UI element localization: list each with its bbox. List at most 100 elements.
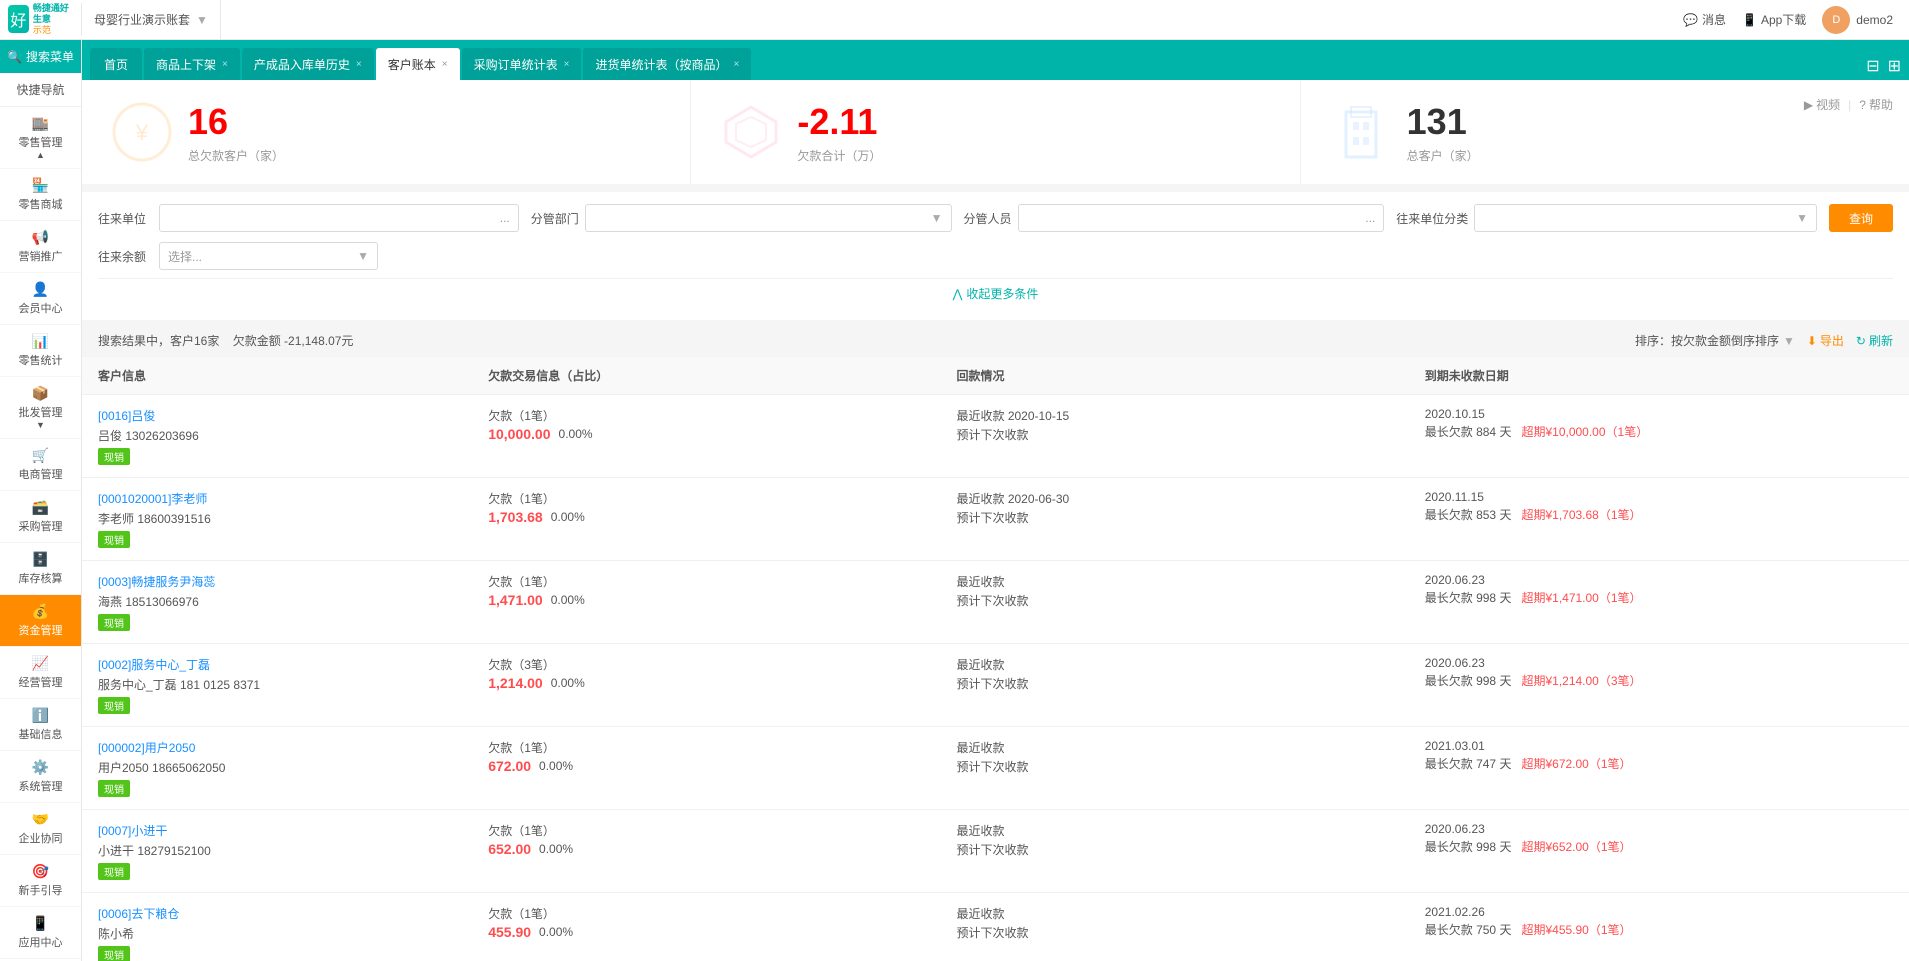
tab-bar: 首页 商品上下架 × 产成品入库单历史 × 客户账本 × 采购订单统计表 × 进… xyxy=(82,40,1909,80)
sidebar-item-purchase[interactable]: 🗃️ 采购管理 xyxy=(0,491,81,543)
sidebar-item-ecommerce[interactable]: 🛒 电商管理 xyxy=(0,439,81,491)
tab-restore-btn[interactable]: ⊟ xyxy=(1866,56,1879,76)
refresh-btn[interactable]: ↻ 刷新 xyxy=(1856,332,1893,349)
user-avatar[interactable]: D demo2 xyxy=(1822,6,1893,34)
sidebar-item-basic-info[interactable]: ℹ️ 基础信息 xyxy=(0,699,81,751)
customer-tag-0: 现销 xyxy=(98,448,130,465)
stat-card-total: 131 总客户（家） ▶视频 | ?帮助 xyxy=(1301,80,1909,184)
sort-selector[interactable]: 排序：按欠款金额倒序排序 ▼ xyxy=(1635,332,1795,349)
sidebar-item-ops[interactable]: 📈 经营管理 xyxy=(0,647,81,699)
svg-text:¥: ¥ xyxy=(135,120,149,145)
filter-dept-select[interactable]: ▼ xyxy=(585,204,952,232)
table-row: [0003]畅捷服务尹海蕊 海燕 18513066976 现销 欠款（1笔） 1… xyxy=(82,561,1909,644)
stat-icon-diamond xyxy=(721,102,781,162)
tab-products-offline[interactable]: 商品上下架 × xyxy=(144,48,240,80)
sidebar-item-retail-mgmt[interactable]: 🏬 零售管理 ▲ xyxy=(0,107,81,169)
stat-label-amount: 欠款合计（万） xyxy=(797,147,881,164)
last-collect-0: 最近收款 2020-10-15 xyxy=(956,407,1424,424)
sidebar-item-inventory[interactable]: 🗄️ 库存核算 xyxy=(0,543,81,595)
result-bar: 搜索结果中，客户16家 欠款金额 -21,148.07元 排序：按欠款金额倒序排… xyxy=(82,324,1909,357)
sidebar-item-marketing[interactable]: 📢 营销推广 xyxy=(0,221,81,273)
debt-amount-0: 10,000.00 xyxy=(488,426,550,442)
sidebar-item-retail-stats[interactable]: 📊 零售统计 xyxy=(0,325,81,377)
company-selector[interactable]: 母婴行业演示账套 ▼ xyxy=(82,0,221,39)
overdue-date-0: 2020.10.15 xyxy=(1425,407,1893,421)
filter-person-label: 分管人员 xyxy=(964,210,1012,227)
tab-close-3[interactable]: × xyxy=(442,59,448,70)
tab-close-1[interactable]: × xyxy=(222,59,228,70)
sidebar-item-enterprise-collab[interactable]: 🤝 企业协同 xyxy=(0,803,81,855)
filter-source-unit-input[interactable]: ... xyxy=(159,204,519,232)
app-download-btn[interactable]: 📱 App下载 xyxy=(1742,11,1806,28)
help-link[interactable]: ?帮助 xyxy=(1859,96,1893,113)
sidebar: 🔍 搜索菜单 快捷导航 🏬 零售管理 ▲ 🏪 零售商城 📢 营销推广 👤 会员中… xyxy=(0,40,82,961)
query-button[interactable]: 查询 xyxy=(1829,204,1893,232)
tab-expand-btn[interactable]: ⊞ xyxy=(1888,56,1901,76)
filter-person-input[interactable]: ... xyxy=(1018,204,1385,232)
result-text: 搜索结果中，客户16家 欠款金额 -21,148.07元 xyxy=(98,332,353,349)
sidebar-item-app-center[interactable]: 📱 应用中心 xyxy=(0,907,81,959)
customer-name-1[interactable]: [0001020001]李老师 xyxy=(98,490,488,507)
stat-label-total: 总客户（家） xyxy=(1407,147,1479,164)
overdue-days-0: 最长欠款 884 天 xyxy=(1425,425,1512,439)
customer-tag-1: 现销 xyxy=(98,531,130,548)
sidebar-item-batch-mgmt[interactable]: 📦 批发管理 ▼ xyxy=(0,377,81,439)
filter-area: 往来单位 ... 分管部门 ▼ 分管人员 xyxy=(82,192,1909,320)
sidebar-item-system[interactable]: ⚙️ 系统管理 xyxy=(0,751,81,803)
tab-purchase-goods-stats[interactable]: 进货单统计表（按商品） × xyxy=(583,48,751,80)
table-row: [0002]服务中心_丁磊 服务中心_丁磊 181 0125 8371 现销 欠… xyxy=(82,644,1909,727)
stat-number-amount: -2.11 xyxy=(797,100,881,143)
table-row: [0007]小进干 小进干 18279152100 现销 欠款（1笔） 652.… xyxy=(82,810,1909,893)
tab-production-history[interactable]: 产成品入库单历史 × xyxy=(242,48,374,80)
quick-nav[interactable]: 快捷导航 xyxy=(0,73,81,107)
tab-close-4[interactable]: × xyxy=(564,59,570,70)
data-table: 客户信息 欠款交易信息（占比） 回款情况 到期未收款日期 [0016]吕俊 吕俊… xyxy=(82,357,1909,961)
logo-icon: 好 xyxy=(8,5,29,33)
table-row: [0001020001]李老师 李老师 18600391516 现销 欠款（1笔… xyxy=(82,478,1909,561)
messages-btn[interactable]: 💬 消息 xyxy=(1683,11,1726,28)
filter-unit-cat-label: 往来单位分类 xyxy=(1396,210,1468,227)
table-row: [0006]去下粮仓 陈小希 现销 欠款（1笔） 455.90 0.00% 最近… xyxy=(82,893,1909,961)
tab-close-2[interactable]: × xyxy=(356,59,362,70)
logo-subtitle: 示范 xyxy=(33,25,73,36)
stat-number-total: 131 xyxy=(1407,100,1479,143)
stat-info-total: 131 总客户（家） xyxy=(1407,100,1479,164)
table-row: [0016]吕俊 吕俊 13026203696 现销 欠款（1笔） 10,000… xyxy=(82,395,1909,478)
stat-info-owed-customers: 16 总欠款客户（家） xyxy=(188,100,284,164)
customer-name-0[interactable]: [0016]吕俊 xyxy=(98,407,488,424)
stat-card-owed-amount: -2.11 欠款合计（万） xyxy=(691,80,1300,184)
export-btn[interactable]: ⬇ 导出 xyxy=(1807,332,1844,349)
debt-percent-0: 0.00% xyxy=(559,427,593,441)
collapse-btn[interactable]: ⋀ 收起更多条件 xyxy=(98,278,1893,308)
filter-unit-cat-select[interactable]: ▼ xyxy=(1474,204,1817,232)
tab-customer-account[interactable]: 客户账本 × xyxy=(376,48,460,80)
video-link[interactable]: ▶视频 xyxy=(1804,96,1840,113)
stat-info-amount: -2.11 欠款合计（万） xyxy=(797,100,881,164)
sidebar-item-guide[interactable]: 🎯 新手引导 xyxy=(0,855,81,907)
sidebar-item-finance[interactable]: 💰 资金管理 xyxy=(0,595,81,647)
filter-dept-label: 分管部门 xyxy=(531,210,579,227)
tab-purchase-stats[interactable]: 采购订单统计表 × xyxy=(462,48,582,80)
debt-label-0: 欠款（1笔） xyxy=(488,407,956,424)
stat-label-owed: 总欠款客户（家） xyxy=(188,147,284,164)
sidebar-item-retail-mall[interactable]: 🏪 零售商城 xyxy=(0,169,81,221)
sidebar-item-member[interactable]: 👤 会员中心 xyxy=(0,273,81,325)
tab-close-5[interactable]: × xyxy=(733,59,739,70)
filter-source-unit-label: 往来单位 xyxy=(98,210,153,227)
customer-phone-0: 吕俊 13026203696 xyxy=(98,427,488,444)
stat-number-owed: 16 xyxy=(188,100,284,143)
table-row: [000002]用户2050 用户2050 18665062050 现销 欠款（… xyxy=(82,727,1909,810)
filter-balance-label: 往来余额 xyxy=(98,248,153,265)
logo-area: 好 畅捷通好生意 示范 xyxy=(0,3,82,35)
tab-home[interactable]: 首页 xyxy=(90,48,142,80)
search-menu[interactable]: 🔍 搜索菜单 xyxy=(0,40,81,73)
overdue-amount-0[interactable]: 超期¥10,000.00（1笔） xyxy=(1521,425,1648,439)
stat-card-owed-customers: ¥ 16 总欠款客户（家） xyxy=(82,80,691,184)
stat-icon-building xyxy=(1331,102,1391,162)
logo-text: 畅捷通好生意 xyxy=(33,3,73,25)
next-collect-0: 预计下次收款 xyxy=(956,426,1424,443)
stat-icon-money: ¥ xyxy=(112,102,172,162)
table-header: 客户信息 欠款交易信息（占比） 回款情况 到期未收款日期 xyxy=(82,357,1909,395)
filter-balance-select[interactable]: 选择... ▼ xyxy=(159,242,378,270)
stats-row: ¥ 16 总欠款客户（家） xyxy=(82,80,1909,184)
